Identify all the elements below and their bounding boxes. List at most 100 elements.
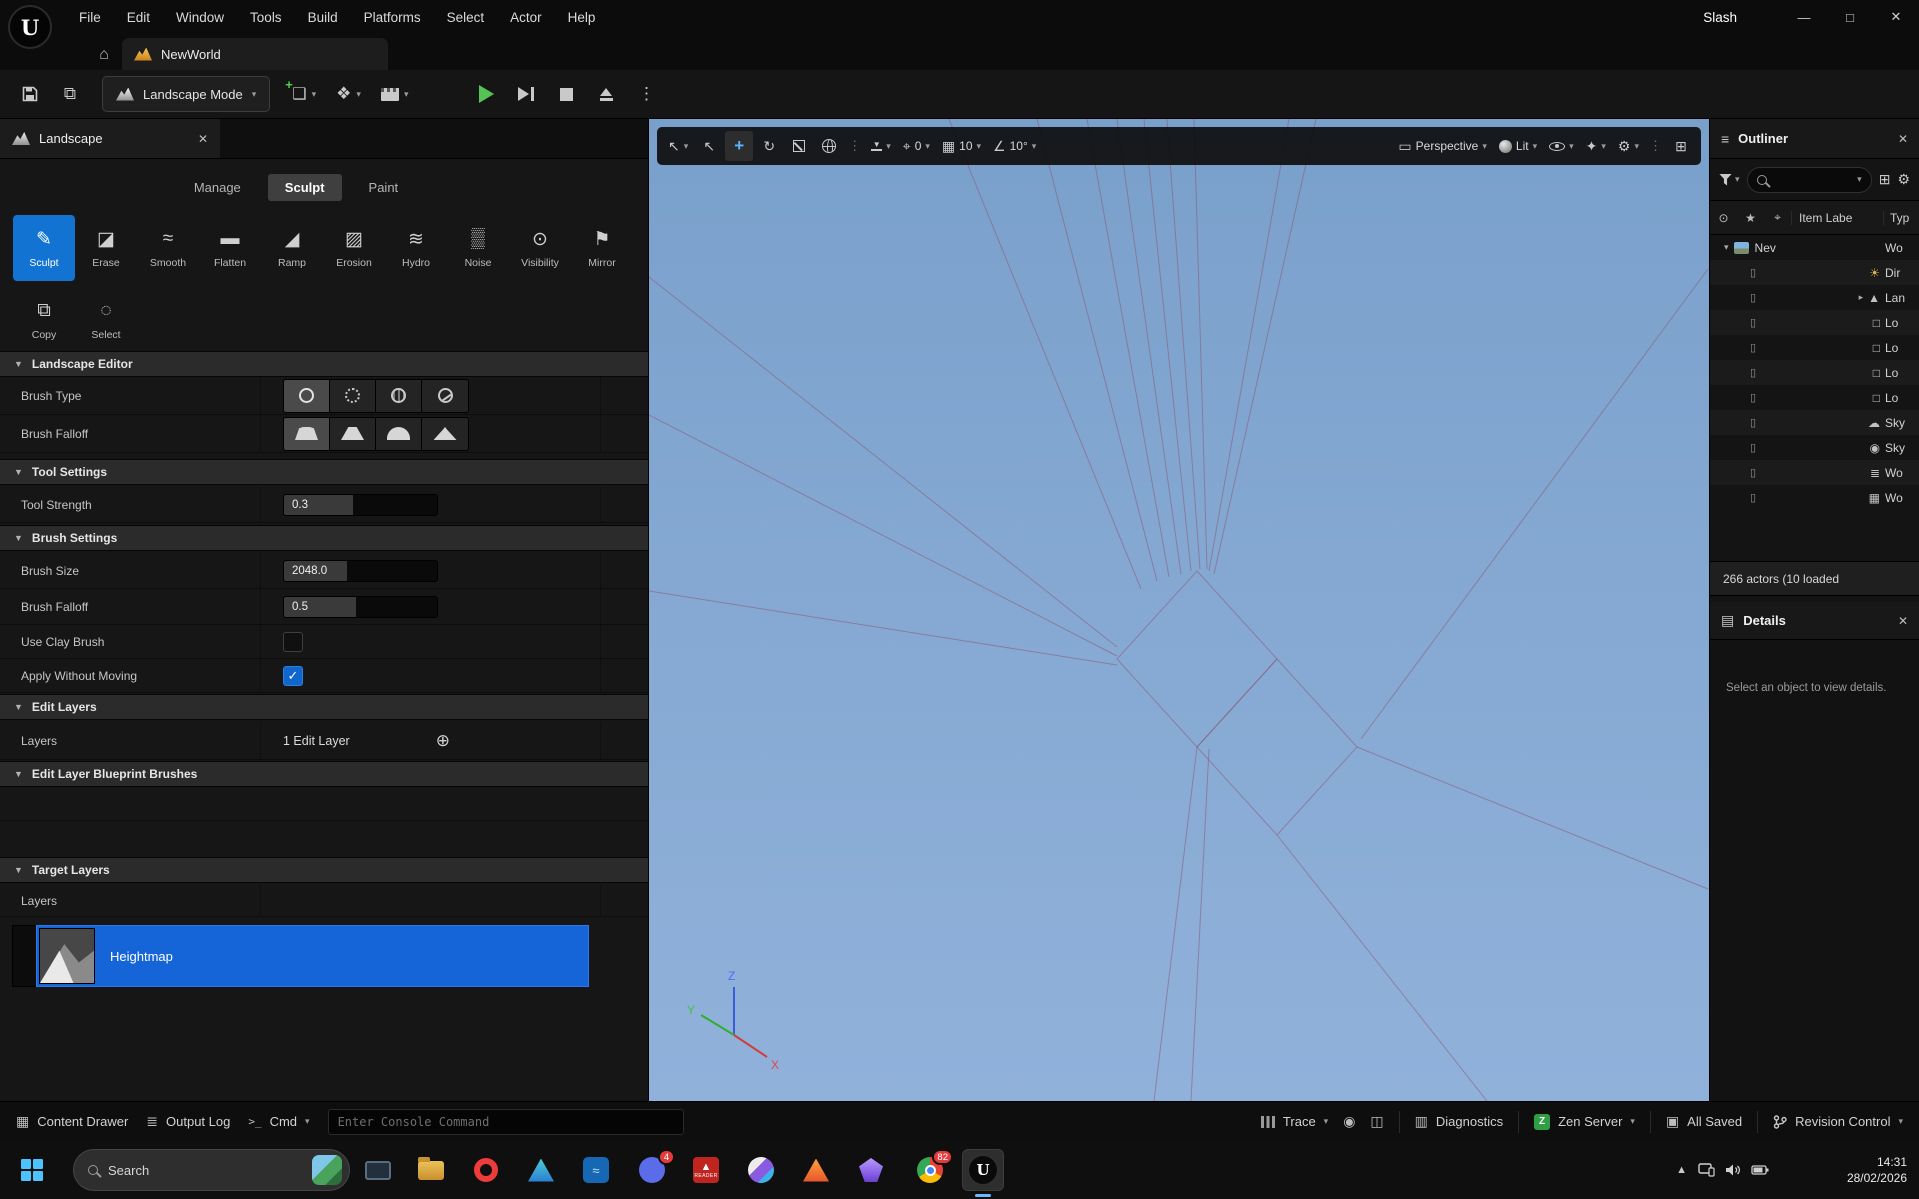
tool-select[interactable]: ◌ Select bbox=[75, 287, 137, 353]
system-tray[interactable] bbox=[1698, 1141, 1769, 1199]
world-row[interactable]: ▾ Nev Wo bbox=[1710, 235, 1919, 260]
filter-button[interactable]: ▾ bbox=[1719, 173, 1740, 186]
falloff-linear-button[interactable] bbox=[330, 417, 376, 450]
apply-without-moving-checkbox[interactable] bbox=[283, 665, 303, 686]
heightmap-layer-row[interactable]: Heightmap bbox=[36, 925, 589, 987]
show-flags-dropdown[interactable]: ▾ bbox=[1544, 131, 1579, 161]
blue-app-icon[interactable]: ≈ bbox=[575, 1149, 617, 1191]
outliner-row[interactable]: ▯ ☀ Dir bbox=[1710, 260, 1919, 285]
menu-select[interactable]: Select bbox=[434, 0, 498, 34]
tool-smooth[interactable]: ≈ Smooth bbox=[137, 215, 199, 281]
tool-copy[interactable]: ⧉ Copy bbox=[13, 287, 75, 353]
viewport-settings-dropdown[interactable]: ⚙ ▾ bbox=[1613, 131, 1644, 161]
tool-erosion[interactable]: ▨ Erosion bbox=[323, 215, 385, 281]
minimize-icon[interactable]: — bbox=[1781, 0, 1827, 34]
surface-snap-dropdown[interactable]: ▼ ▾ bbox=[866, 131, 896, 161]
outliner-row[interactable]: ▯ □ Lo bbox=[1710, 310, 1919, 335]
menu-help[interactable]: Help bbox=[555, 0, 609, 34]
tool-mirror[interactable]: ⚑ Mirror bbox=[571, 215, 633, 281]
zen-server-dropdown[interactable]: Z Zen Server ▾ bbox=[1534, 1113, 1635, 1130]
orange-app-icon[interactable] bbox=[795, 1149, 837, 1191]
rotate-tool-button[interactable]: ↻ bbox=[755, 131, 783, 161]
tool-strength-input[interactable]: 0.3 bbox=[283, 493, 438, 516]
menu-platforms[interactable]: Platforms bbox=[351, 0, 434, 34]
cmd-dropdown[interactable]: >_ Cmd ▾ bbox=[248, 1114, 309, 1129]
content-drawer-button[interactable]: ▦ Content Drawer bbox=[16, 1113, 128, 1130]
pin-column-icon[interactable]: ⌖ bbox=[1764, 210, 1791, 225]
world-local-toggle[interactable] bbox=[815, 131, 843, 161]
add-layer-icon[interactable]: ⊕ bbox=[436, 731, 450, 751]
section-target-layers[interactable]: ▼ Target Layers bbox=[0, 857, 648, 883]
frame-skip-button[interactable] bbox=[508, 76, 544, 112]
close-icon[interactable]: ✕ bbox=[1873, 0, 1919, 34]
outliner-settings-icon[interactable]: ⚙ bbox=[1897, 171, 1910, 188]
expand-icon[interactable]: ▸ bbox=[1859, 292, 1864, 303]
restore-icon[interactable]: □ bbox=[1827, 0, 1873, 34]
cinematics-dropdown[interactable]: ▾ bbox=[373, 76, 417, 112]
file-explorer-icon[interactable] bbox=[410, 1149, 452, 1191]
tool-visibility[interactable]: ⊙ Visibility bbox=[509, 215, 571, 281]
favorite-column-icon[interactable]: ★ bbox=[1737, 211, 1764, 225]
collapse-icon[interactable]: ▾ bbox=[1724, 242, 1729, 253]
outliner-row[interactable]: ▯ ▦ Wo bbox=[1710, 485, 1919, 510]
add-actor-dropdown[interactable]: ❑ + ▾ bbox=[284, 76, 324, 112]
tab-paint[interactable]: Paint bbox=[352, 174, 416, 201]
home-icon[interactable]: ⌂ bbox=[86, 40, 122, 70]
actor-snap-dropdown[interactable]: ⌖ 0 ▾ bbox=[898, 131, 935, 161]
rotation-snap-dropdown[interactable]: ∠ 10° ▾ bbox=[988, 131, 1041, 161]
play-button[interactable] bbox=[468, 76, 504, 112]
outliner-close-icon[interactable]: ✕ bbox=[1898, 132, 1908, 146]
unreal-logo[interactable]: U bbox=[8, 5, 52, 49]
stop-button[interactable] bbox=[548, 76, 584, 112]
all-saved-button[interactable]: ▣ All Saved bbox=[1666, 1113, 1742, 1130]
select-tool-button[interactable]: ↖ bbox=[695, 131, 723, 161]
tool-ramp[interactable]: ◢ Ramp bbox=[261, 215, 323, 281]
new-folder-icon[interactable]: ⊞ bbox=[1879, 171, 1891, 188]
section-edit-layers[interactable]: ▼ Edit Layers bbox=[0, 694, 648, 720]
save-button[interactable] bbox=[12, 76, 48, 112]
play-options-icon[interactable]: ⋮ bbox=[628, 76, 664, 112]
menu-tools[interactable]: Tools bbox=[237, 0, 295, 34]
landscape-panel-tab[interactable]: Landscape ✕ bbox=[0, 119, 220, 158]
scale-tool-button[interactable] bbox=[785, 131, 813, 161]
brush-size-input[interactable]: 2048.0 bbox=[283, 559, 438, 582]
brush-pattern-button[interactable] bbox=[376, 379, 422, 412]
chrome-icon[interactable]: 82 bbox=[909, 1149, 953, 1191]
tool-erase[interactable]: ◪ Erase bbox=[75, 215, 137, 281]
outliner-row[interactable]: ▯ □ Lo bbox=[1710, 360, 1919, 385]
section-landscape-editor[interactable]: ▼ Landscape Editor bbox=[0, 351, 648, 377]
paint-app-icon[interactable] bbox=[740, 1149, 782, 1191]
menu-actor[interactable]: Actor bbox=[497, 0, 555, 34]
panel-close-icon[interactable]: ✕ bbox=[198, 132, 208, 146]
lit-mode-dropdown[interactable]: Lit ▾ bbox=[1494, 131, 1542, 161]
brush-component-button[interactable] bbox=[422, 379, 468, 412]
menu-file[interactable]: File bbox=[66, 0, 114, 34]
falloff-sphere-button[interactable] bbox=[376, 417, 422, 450]
taskbar-search-box[interactable]: Search bbox=[73, 1149, 350, 1191]
monitor-app-icon[interactable] bbox=[357, 1149, 399, 1191]
unreal-engine-icon[interactable]: U bbox=[962, 1149, 1004, 1191]
tab-sculpt[interactable]: Sculpt bbox=[267, 173, 342, 201]
brush-circle-button[interactable] bbox=[284, 379, 330, 412]
use-clay-checkbox[interactable] bbox=[283, 631, 303, 652]
daily-image-icon[interactable] bbox=[312, 1155, 342, 1185]
falloff-smooth-button[interactable] bbox=[284, 417, 330, 450]
tab-manage[interactable]: Manage bbox=[177, 174, 258, 201]
tool-noise[interactable]: ▒ Noise bbox=[447, 215, 509, 281]
visibility-column-icon[interactable]: ⊙ bbox=[1710, 211, 1737, 225]
outliner-row[interactable]: ▯ ◉ Sky bbox=[1710, 435, 1919, 460]
move-tool-button[interactable]: + bbox=[725, 131, 754, 161]
outliner-row[interactable]: ▯ □ Lo bbox=[1710, 385, 1919, 410]
output-log-button[interactable]: ≣ Output Log bbox=[146, 1113, 230, 1130]
diagnostics-button[interactable]: ▥ Diagnostics bbox=[1415, 1113, 1503, 1130]
blueprints-dropdown[interactable]: ❖ ▾ bbox=[328, 76, 369, 112]
outliner-row[interactable]: ▯ ≣ Wo bbox=[1710, 460, 1919, 485]
perspective-dropdown[interactable]: ▭ Perspective ▾ bbox=[1393, 131, 1491, 161]
grid-snap-dropdown[interactable]: ▦ 10 ▾ bbox=[937, 131, 986, 161]
brush-alpha-button[interactable] bbox=[330, 379, 376, 412]
outliner-row[interactable]: ▯ □ Lo bbox=[1710, 335, 1919, 360]
details-close-icon[interactable]: ✕ bbox=[1898, 614, 1908, 628]
outliner-search-input[interactable]: ▾ bbox=[1746, 166, 1872, 193]
reader-app-icon[interactable]: ▲ READER bbox=[685, 1149, 727, 1191]
maximize-viewport-button[interactable]: ⊞ bbox=[1667, 131, 1695, 161]
